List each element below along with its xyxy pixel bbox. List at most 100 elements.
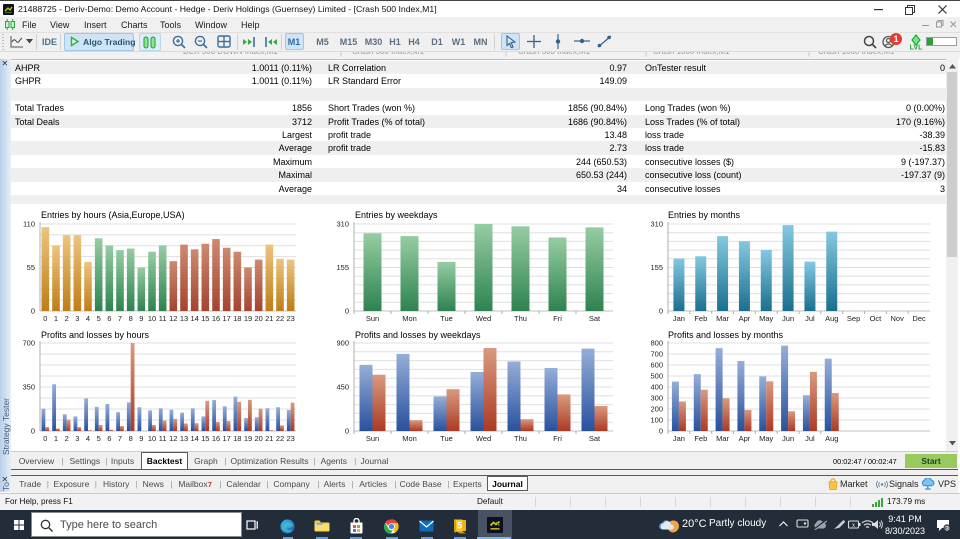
svg-text:6: 6: [107, 314, 111, 323]
svg-text:Sun: Sun: [366, 314, 379, 323]
svg-text:Oct: Oct: [870, 314, 883, 323]
svg-text:Feb: Feb: [694, 434, 707, 443]
svg-text:May: May: [759, 434, 773, 443]
svg-text:7: 7: [118, 314, 122, 323]
svg-text:11: 11: [159, 314, 167, 323]
svg-text:Jan: Jan: [673, 314, 685, 323]
svg-text:Tue: Tue: [440, 314, 453, 323]
svg-text:Nov: Nov: [891, 314, 905, 323]
svg-text:Tue: Tue: [440, 434, 453, 443]
svg-text:19: 19: [244, 314, 252, 323]
svg-text:21: 21: [265, 434, 273, 443]
svg-text:3: 3: [945, 525, 949, 531]
svg-text:0: 0: [31, 307, 35, 316]
svg-text:Jun: Jun: [782, 434, 794, 443]
svg-text:12: 12: [169, 314, 177, 323]
svg-text:14: 14: [191, 314, 199, 323]
svg-text:110: 110: [23, 220, 35, 229]
svg-text:310: 310: [650, 220, 663, 229]
svg-text:Mon: Mon: [402, 314, 417, 323]
svg-text:Jun: Jun: [782, 314, 794, 323]
svg-text:8: 8: [129, 434, 133, 443]
svg-text:10: 10: [148, 314, 156, 323]
svg-text:500: 500: [650, 372, 663, 381]
svg-text:700: 700: [22, 339, 35, 348]
svg-text:1: 1: [54, 434, 58, 443]
svg-text:21: 21: [265, 314, 273, 323]
svg-text:14: 14: [191, 434, 199, 443]
svg-text:Jul: Jul: [805, 314, 815, 323]
svg-text:0: 0: [659, 307, 663, 316]
svg-text:Sep: Sep: [847, 314, 860, 323]
svg-text:Feb: Feb: [694, 314, 707, 323]
svg-text:18: 18: [233, 314, 241, 323]
svg-text:23: 23: [287, 434, 295, 443]
svg-text:16: 16: [212, 314, 220, 323]
svg-text:Mar: Mar: [716, 314, 729, 323]
svg-text:0: 0: [43, 434, 47, 443]
svg-text:22: 22: [276, 314, 284, 323]
svg-text:2: 2: [65, 434, 69, 443]
svg-text:5: 5: [457, 521, 462, 531]
svg-text:15: 15: [201, 314, 209, 323]
svg-text:11: 11: [159, 434, 167, 443]
svg-text:0: 0: [345, 307, 349, 316]
svg-text:15: 15: [201, 434, 209, 443]
svg-text:20: 20: [255, 434, 263, 443]
svg-text:13: 13: [180, 434, 188, 443]
svg-text:Aug: Aug: [825, 434, 838, 443]
svg-text:450: 450: [336, 383, 349, 392]
svg-text:9: 9: [139, 314, 143, 323]
svg-text:700: 700: [650, 350, 663, 359]
svg-text:4: 4: [86, 314, 90, 323]
svg-text:Mon: Mon: [402, 434, 417, 443]
svg-text:8: 8: [129, 314, 133, 323]
svg-text:Mar: Mar: [716, 434, 729, 443]
svg-text:Sun: Sun: [366, 434, 379, 443]
svg-text:Fri: Fri: [553, 434, 562, 443]
svg-text:May: May: [759, 314, 773, 323]
svg-text:13: 13: [180, 314, 188, 323]
svg-text:3: 3: [75, 434, 79, 443]
svg-text:200: 200: [650, 405, 663, 414]
svg-text:350: 350: [22, 383, 35, 392]
svg-text:55: 55: [27, 263, 35, 272]
svg-text:0: 0: [659, 427, 663, 436]
svg-text:4: 4: [86, 434, 90, 443]
svg-text:155: 155: [650, 263, 663, 272]
svg-text:0: 0: [345, 427, 349, 436]
svg-text:x: x: [852, 523, 855, 529]
svg-text:16: 16: [212, 434, 220, 443]
svg-text:23: 23: [287, 314, 295, 323]
svg-text:7: 7: [118, 434, 122, 443]
svg-text:22: 22: [276, 434, 284, 443]
svg-text:1: 1: [54, 314, 58, 323]
svg-text:Aug: Aug: [825, 314, 838, 323]
svg-text:600: 600: [650, 361, 663, 370]
svg-text:6: 6: [107, 434, 111, 443]
svg-text:Wed: Wed: [476, 314, 491, 323]
svg-text:Thu: Thu: [514, 434, 527, 443]
svg-text:310: 310: [336, 220, 349, 229]
svg-text:5: 5: [97, 434, 101, 443]
svg-text:Jan: Jan: [673, 434, 685, 443]
svg-text:2: 2: [65, 314, 69, 323]
svg-text:Jul: Jul: [805, 434, 815, 443]
svg-text:0: 0: [31, 427, 35, 436]
svg-text:17: 17: [223, 314, 231, 323]
svg-text:Sat: Sat: [589, 434, 601, 443]
svg-text:400: 400: [650, 383, 663, 392]
svg-text:800: 800: [650, 339, 663, 348]
svg-text:Wed: Wed: [476, 434, 491, 443]
svg-text:Apr: Apr: [739, 314, 751, 323]
svg-text:Thu: Thu: [514, 314, 527, 323]
svg-text:17: 17: [223, 434, 231, 443]
svg-text:10: 10: [148, 434, 156, 443]
svg-text:Dec: Dec: [912, 314, 926, 323]
svg-text:19: 19: [244, 434, 252, 443]
svg-text:Apr: Apr: [739, 434, 751, 443]
svg-text:300: 300: [650, 394, 663, 403]
svg-text:100: 100: [650, 416, 663, 425]
svg-text:3: 3: [75, 314, 79, 323]
svg-text:LVL: LVL: [910, 45, 923, 51]
